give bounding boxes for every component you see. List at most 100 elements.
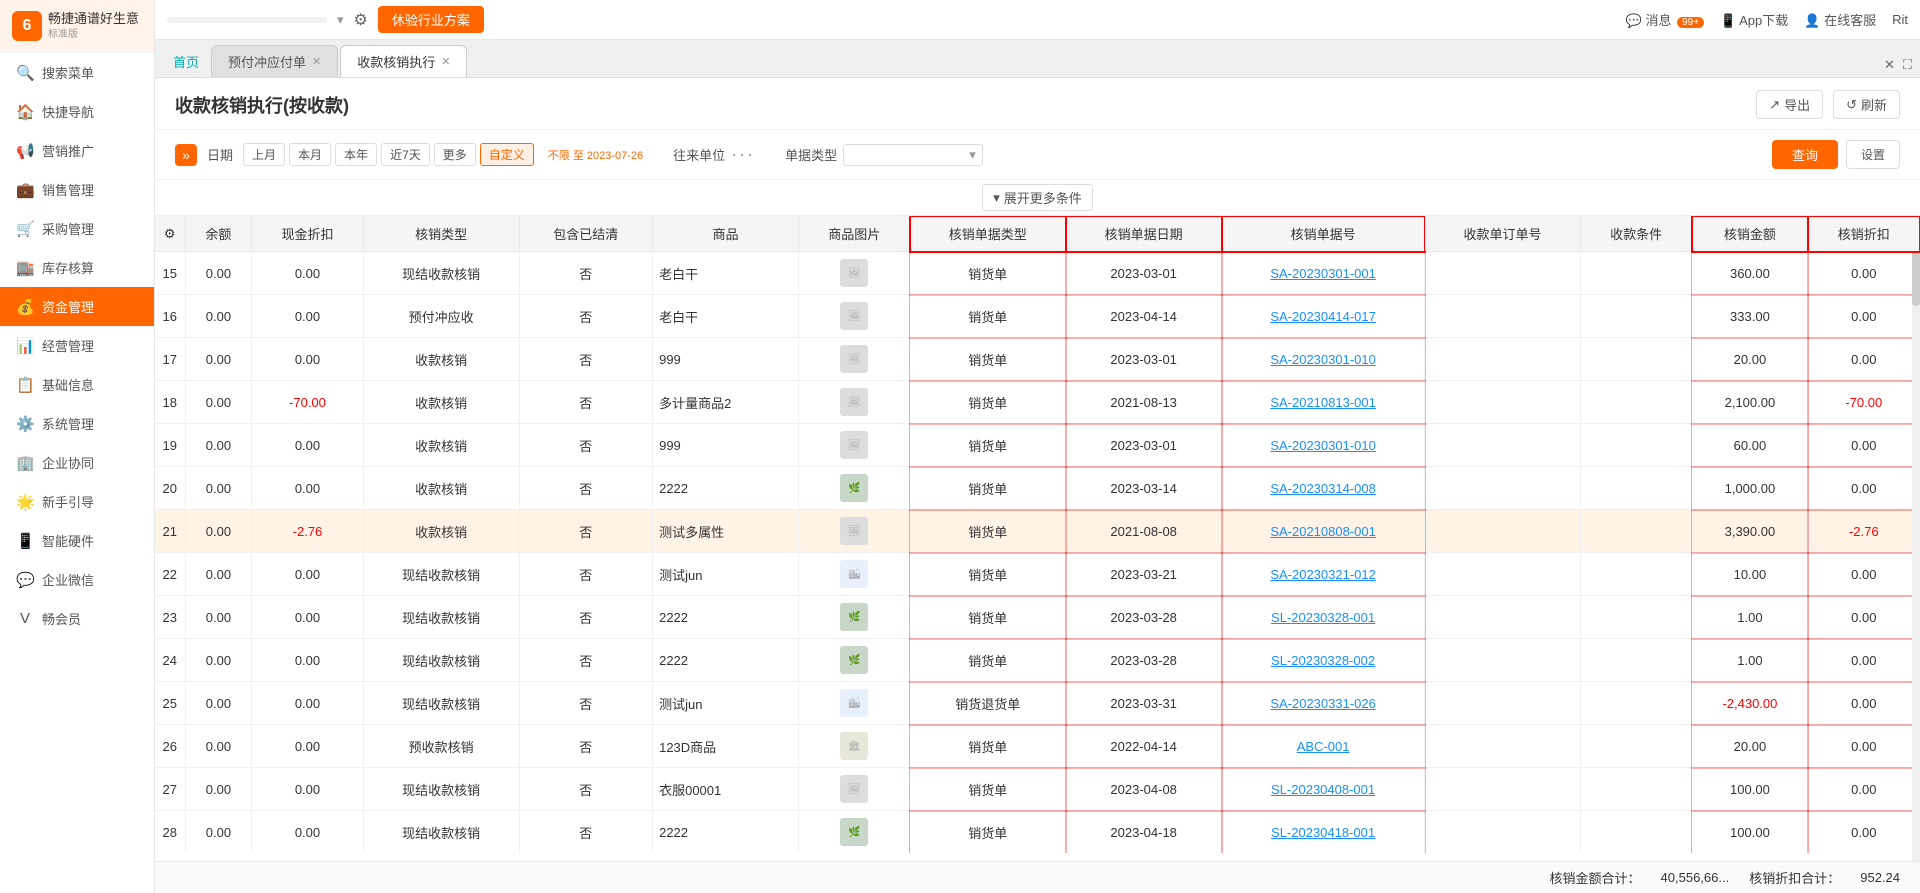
filter-expand-btn[interactable]: » [175, 144, 197, 166]
table-row: 23 0.00 0.00 现结收款核销 否 2222 🌿 销货单 2023-03… [155, 596, 1920, 639]
td-recv-cond [1580, 467, 1691, 510]
td-row-no: 27 [155, 768, 185, 811]
date-buttons: 上月 本月 本年 近7天 更多 自定义 [243, 143, 534, 166]
footer-total-discount: 952.24 [1860, 870, 1900, 885]
tab-writeoff[interactable]: 收款核销执行 ✕ [340, 45, 467, 77]
sidebar-icon-enterprise: 🏢 [16, 454, 34, 472]
btn-this-year[interactable]: 本年 [335, 143, 377, 166]
sidebar-label-purchase: 采购管理 [42, 219, 94, 238]
sidebar-item-operations[interactable]: 📊经营管理 [0, 326, 154, 365]
btn-last-month[interactable]: 上月 [243, 143, 285, 166]
chevron-down-icon[interactable]: ▾ [337, 12, 344, 28]
td-balance: 0.00 [185, 811, 252, 854]
td-doc-no[interactable]: SL-20230328-001 [1222, 596, 1425, 639]
td-row-no: 17 [155, 338, 185, 381]
industry-btn[interactable]: 休验行业方案 [378, 6, 484, 33]
sidebar-label-finance: 资金管理 [42, 297, 94, 316]
tab-home[interactable]: 首页 [163, 46, 209, 77]
td-doc-no[interactable]: SA-20230414-017 [1222, 295, 1425, 338]
tab-close-prepay[interactable]: ✕ [312, 55, 321, 68]
goods-image: 🌿 [840, 646, 868, 674]
maximize-icon[interactable]: ⛶ [1903, 57, 1912, 73]
td-doc-no[interactable]: SL-20230408-001 [1222, 768, 1425, 811]
query-button[interactable]: 查询 [1772, 140, 1838, 169]
user-name[interactable]: Rit [1892, 12, 1908, 27]
td-amount: 20.00 [1692, 338, 1808, 381]
tab-close-writeoff[interactable]: ✕ [441, 55, 450, 68]
sidebar-item-finance[interactable]: 💰资金管理 [0, 287, 154, 326]
sidebar-item-sales[interactable]: 💼销售管理 [0, 170, 154, 209]
td-writeoff-type: 预付冲应收 [363, 295, 519, 338]
td-doc-no[interactable]: SA-20230301-001 [1222, 252, 1425, 295]
td-row-no: 25 [155, 682, 185, 725]
td-doc-no[interactable]: SA-20230301-010 [1222, 338, 1425, 381]
logo-icon: 6 [12, 11, 42, 41]
sidebar-item-guide[interactable]: 🌟新手引导 [0, 482, 154, 521]
online-service[interactable]: 👤 在线客服 [1804, 10, 1876, 29]
td-settled: 否 [519, 768, 653, 811]
td-writeoff-type: 现结收款核销 [363, 553, 519, 596]
sidebar-label-guide: 新手引导 [42, 492, 94, 511]
td-discount: 0.00 [252, 596, 363, 639]
vertical-scrollbar[interactable] [1912, 216, 1920, 863]
refresh-icon: ↺ [1846, 97, 1857, 113]
td-doc-no[interactable]: ABC-001 [1222, 725, 1425, 768]
td-doc-no[interactable]: SA-20230331-026 [1222, 682, 1425, 725]
table-wrapper[interactable]: ⚙ 余额 现金折扣 核销类型 包含已结清 商品 商品图片 核销单据类型 核销单据… [155, 216, 1920, 853]
btn-last-7days[interactable]: 近7天 [381, 143, 430, 166]
td-goods: 2222 [653, 811, 799, 854]
td-row-no: 21 [155, 510, 185, 553]
sidebar-item-basic[interactable]: 📋基础信息 [0, 365, 154, 404]
td-discount: 0.00 [252, 553, 363, 596]
close-window-icon[interactable]: ✕ [1884, 57, 1895, 73]
td-doc-no[interactable]: SL-20230418-001 [1222, 811, 1425, 854]
btn-custom-date[interactable]: 自定义 [480, 143, 534, 166]
sidebar-item-quicknav[interactable]: 🏠快捷导航 [0, 92, 154, 131]
btn-more-dates[interactable]: 更多 [434, 143, 476, 166]
sidebar-nav: 🔍搜索菜单🏠快捷导航📢营销推广💼销售管理🛒采购管理🏬库存核算💰资金管理📊经营管理… [0, 53, 154, 638]
td-goods-img: 🌿 [799, 811, 910, 854]
sidebar-item-vip[interactable]: V畅会员 [0, 599, 154, 638]
sidebar-item-wechat[interactable]: 💬企业微信 [0, 560, 154, 599]
td-balance: 0.00 [185, 381, 252, 424]
doc-type-label: 单据类型 [785, 145, 837, 164]
message-area[interactable]: 💬 消息 99+ [1626, 10, 1704, 29]
table-row: 24 0.00 0.00 现结收款核销 否 2222 🌿 销货单 2023-03… [155, 639, 1920, 682]
td-settled: 否 [519, 553, 653, 596]
td-doc-no[interactable]: SA-20210813-001 [1222, 381, 1425, 424]
td-doc-no[interactable]: SA-20230314-008 [1222, 467, 1425, 510]
sidebar-item-hardware[interactable]: 📱智能硬件 [0, 521, 154, 560]
td-order-no [1425, 338, 1581, 381]
export-button[interactable]: ↗ 导出 [1756, 90, 1823, 119]
td-amount: 10.00 [1692, 553, 1808, 596]
tab-prepay[interactable]: 预付冲应付单 ✕ [211, 45, 338, 77]
setting-button[interactable]: 设置 [1846, 140, 1900, 169]
topbar: ▾ ⚙ 休验行业方案 💬 消息 99+ 📱 App下载 👤 在线客服 Rit [155, 0, 1920, 40]
sidebar-label-wechat: 企业微信 [42, 570, 94, 589]
table-row: 21 0.00 -2.76 收款核销 否 测试多属性 🖼 销货单 2021-08… [155, 510, 1920, 553]
td-doc-no[interactable]: SA-20230321-012 [1222, 553, 1425, 596]
sidebar-label-vip: 畅会员 [42, 609, 81, 628]
btn-this-month[interactable]: 本月 [289, 143, 331, 166]
td-settled: 否 [519, 338, 653, 381]
sidebar-item-marketing[interactable]: 📢营销推广 [0, 131, 154, 170]
gear-icon[interactable]: ⚙ [354, 10, 368, 30]
app-download[interactable]: 📱 App下载 [1720, 10, 1788, 29]
td-doc-no[interactable]: SA-20230301-010 [1222, 424, 1425, 467]
doc-type-select[interactable] [843, 144, 983, 166]
sidebar-item-search[interactable]: 🔍搜索菜单 [0, 53, 154, 92]
td-doc-no[interactable]: SL-20230328-002 [1222, 639, 1425, 682]
expand-more-btn[interactable]: ▾ 展开更多条件 [982, 184, 1093, 211]
table-row: 19 0.00 0.00 收款核销 否 999 🖼 销货单 2023-03-01… [155, 424, 1920, 467]
refresh-button[interactable]: ↺ 刷新 [1833, 90, 1900, 119]
sidebar-item-inventory[interactable]: 🏬库存核算 [0, 248, 154, 287]
td-order-no [1425, 252, 1581, 295]
sidebar-label-quicknav: 快捷导航 [42, 102, 94, 121]
td-order-no [1425, 639, 1581, 682]
sidebar-item-purchase[interactable]: 🛒采购管理 [0, 209, 154, 248]
td-doc-no[interactable]: SA-20210808-001 [1222, 510, 1425, 553]
td-settled: 否 [519, 811, 653, 854]
sidebar-item-system[interactable]: ⚙️系统管理 [0, 404, 154, 443]
sidebar-item-enterprise[interactable]: 🏢企业协同 [0, 443, 154, 482]
table-row: 16 0.00 0.00 预付冲应收 否 老白干 🖼 销货单 2023-04-1… [155, 295, 1920, 338]
